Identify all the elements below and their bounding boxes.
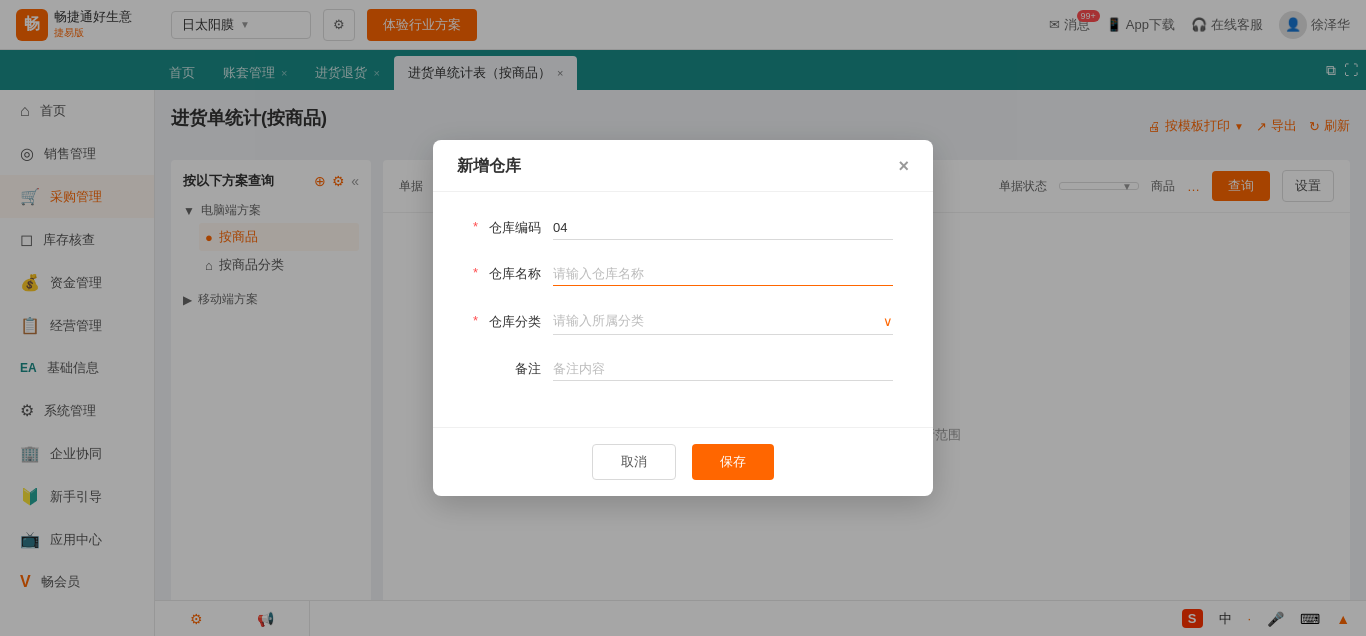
name-label: 仓库名称 bbox=[473, 265, 553, 283]
modal-close-icon[interactable]: × bbox=[898, 156, 909, 177]
form-row-name: 仓库名称 bbox=[473, 262, 893, 286]
category-label: 仓库分类 bbox=[473, 313, 553, 331]
note-input[interactable] bbox=[553, 357, 893, 381]
modal-header: 新增仓库 × bbox=[433, 140, 933, 192]
new-warehouse-modal: 新增仓库 × 仓库编码 仓库名称 仓库分类 请输入所属分类 ∨ bbox=[433, 140, 933, 496]
modal-footer: 取消 保存 bbox=[433, 427, 933, 496]
modal-overlay: 新增仓库 × 仓库编码 仓库名称 仓库分类 请输入所属分类 ∨ bbox=[0, 0, 1366, 636]
form-row-code: 仓库编码 bbox=[473, 216, 893, 240]
modal-title: 新增仓库 bbox=[457, 156, 521, 177]
save-button[interactable]: 保存 bbox=[692, 444, 774, 480]
note-label: 备注 bbox=[473, 360, 553, 378]
cancel-button[interactable]: 取消 bbox=[592, 444, 676, 480]
code-label: 仓库编码 bbox=[473, 219, 553, 237]
category-select[interactable]: 请输入所属分类 ∨ bbox=[553, 308, 893, 335]
modal-body: 仓库编码 仓库名称 仓库分类 请输入所属分类 ∨ 备注 bbox=[433, 192, 933, 427]
form-row-note: 备注 bbox=[473, 357, 893, 381]
category-placeholder: 请输入所属分类 bbox=[553, 312, 644, 330]
code-input[interactable] bbox=[553, 216, 893, 240]
form-row-category: 仓库分类 请输入所属分类 ∨ bbox=[473, 308, 893, 335]
name-input[interactable] bbox=[553, 262, 893, 286]
category-chevron-icon: ∨ bbox=[883, 314, 893, 329]
